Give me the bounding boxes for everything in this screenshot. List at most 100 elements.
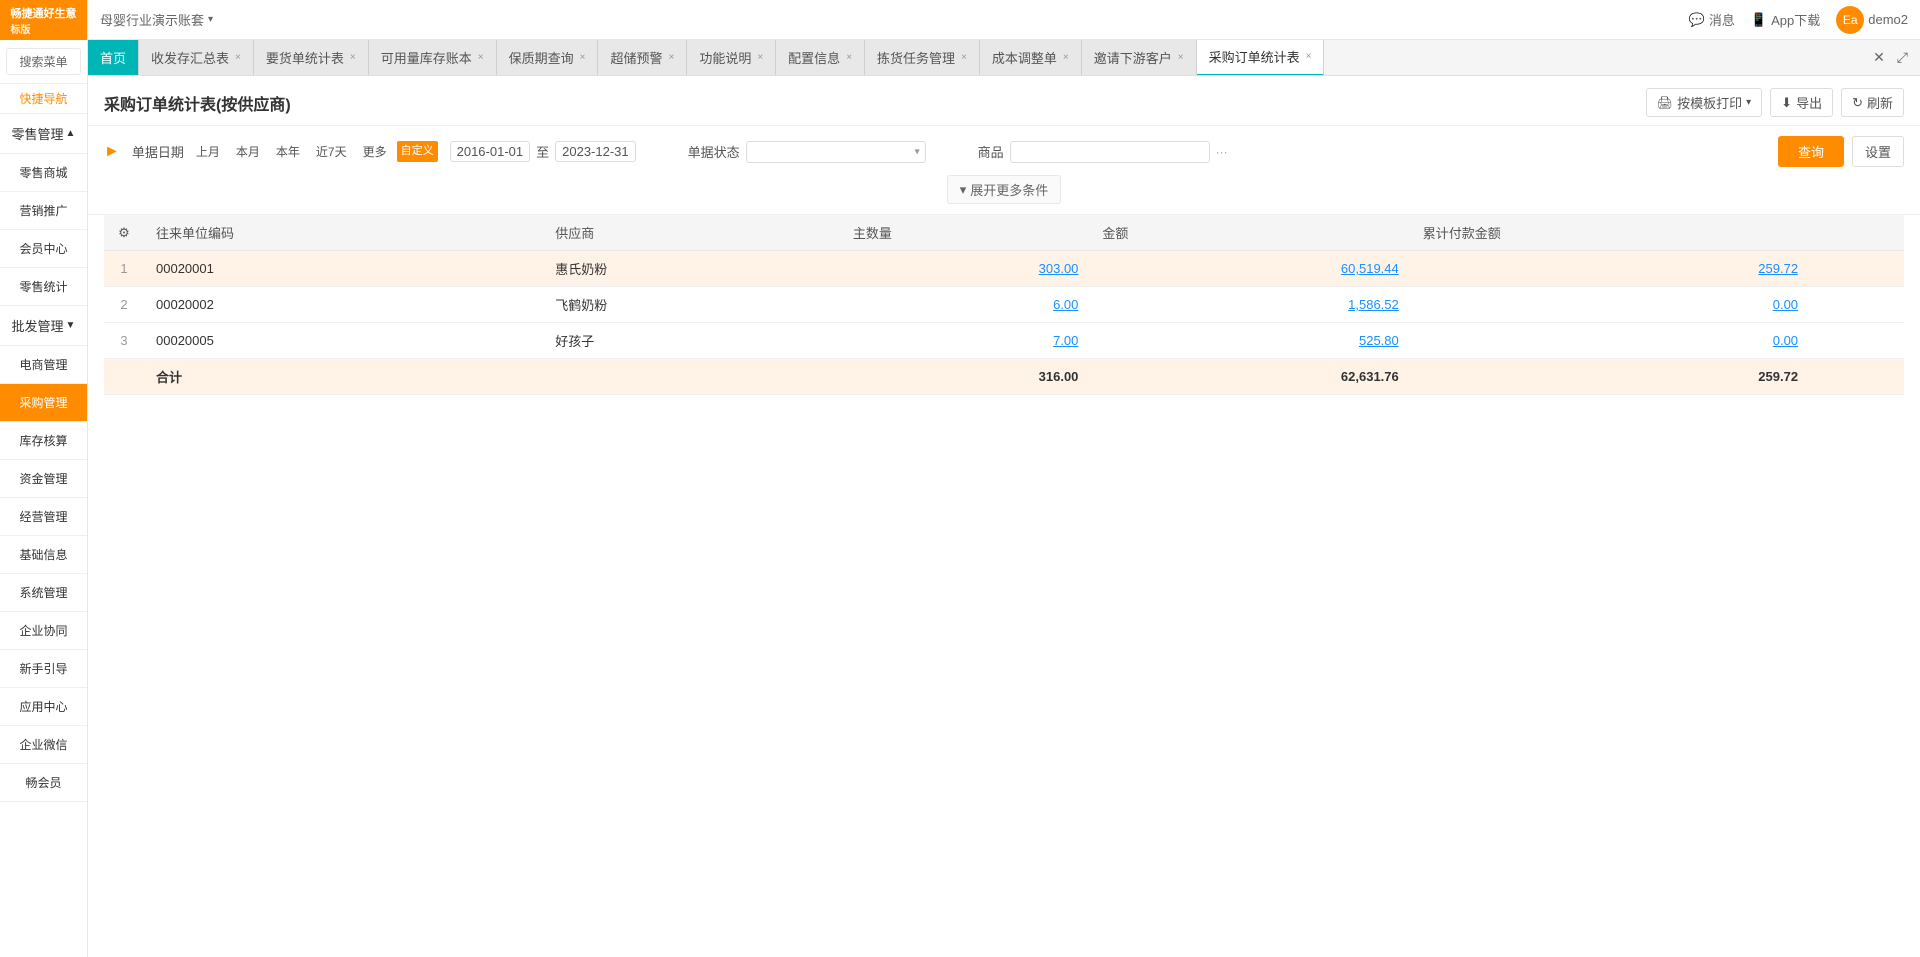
tab-available-stock-close[interactable]: × <box>478 52 484 63</box>
logo-sub: 标版 <box>11 21 77 36</box>
sidebar-item-system[interactable]: 系统管理 <box>0 574 87 612</box>
th-empty <box>1810 215 1904 251</box>
row-1-paid[interactable]: 259.72 <box>1411 251 1810 287</box>
export-icon: ⬇ <box>1781 95 1792 111</box>
shortcut-this-year[interactable]: 本年 <box>270 141 306 162</box>
row-3-amount[interactable]: 525.80 <box>1090 323 1410 359</box>
sidebar-item-basic[interactable]: 基础信息 <box>0 536 87 574</box>
tab-warranty[interactable]: 保质期查询 × <box>497 40 599 76</box>
row-1-quantity[interactable]: 303.00 <box>841 251 1091 287</box>
top-header: 母婴行业演示账套 ▾ 💬 消息 📱 App下载 Ea demo2 <box>88 0 1920 40</box>
date-range-from[interactable]: 2016-01-01 <box>450 141 531 162</box>
sidebar-item-ops[interactable]: 经营管理 <box>0 498 87 536</box>
tab-config-info[interactable]: 配置信息 × <box>776 40 865 76</box>
top-header-right: 💬 消息 📱 App下载 Ea demo2 <box>1689 6 1908 34</box>
shortcut-this-month[interactable]: 本月 <box>230 141 266 162</box>
sidebar-item-retail-stat[interactable]: 零售统计 <box>0 268 87 306</box>
expand-icon: ▾ <box>960 182 967 198</box>
sidebar-item-wechat-biz[interactable]: 企业微信 <box>0 726 87 764</box>
sidebar-item-finance[interactable]: 资金管理 <box>0 460 87 498</box>
export-button[interactable]: ⬇ 导出 <box>1770 88 1833 117</box>
tab-overstock[interactable]: 超储预警 × <box>598 40 687 76</box>
expand-more-button[interactable]: ▾ 展开更多条件 <box>947 175 1062 204</box>
date-range-to[interactable]: 2023-12-31 <box>555 141 636 162</box>
sidebar-item-app-center[interactable]: 应用中心 <box>0 688 87 726</box>
tab-picking-task-label: 拣货任务管理 <box>877 48 955 67</box>
tab-receive-send-close[interactable]: × <box>235 52 241 63</box>
query-button[interactable]: 查询 <box>1778 136 1844 167</box>
tab-home[interactable]: 首页 <box>88 40 139 76</box>
maximize-tab-button[interactable]: ⤢ <box>1893 47 1912 68</box>
sidebar-item-retail[interactable]: 零售管理 ▲ <box>0 114 87 154</box>
tab-picking-task[interactable]: 拣货任务管理 × <box>865 40 980 76</box>
workspace-selector[interactable]: 母婴行业演示账套 ▾ <box>100 10 213 29</box>
table-footer-row: 合计 316.00 62,631.76 259.72 <box>104 359 1904 395</box>
th-code: 往来单位编码 <box>144 215 543 251</box>
tab-requisition[interactable]: 要货单统计表 × <box>254 40 369 76</box>
tab-function-desc-close[interactable]: × <box>757 52 763 63</box>
tab-function-desc[interactable]: 功能说明 × <box>687 40 776 76</box>
table-row[interactable]: 2 00020002 飞鹤奶粉 6.00 1,586.52 0.00 <box>104 287 1904 323</box>
settings-cog-icon[interactable]: ⚙ <box>118 225 130 240</box>
tab-purchase-stat-close[interactable]: × <box>1306 51 1312 62</box>
row-2-quantity[interactable]: 6.00 <box>841 287 1091 323</box>
row-1-amount[interactable]: 60,519.44 <box>1090 251 1410 287</box>
shortcut-more[interactable]: 更多 <box>357 141 393 162</box>
status-label: 单据状态 <box>688 142 740 161</box>
tab-requisition-close[interactable]: × <box>350 52 356 63</box>
table-row[interactable]: 1 00020001 惠氏奶粉 303.00 60,519.44 259.72 <box>104 251 1904 287</box>
sidebar-item-retail-shop[interactable]: 零售商城 <box>0 154 87 192</box>
template-print-button[interactable]: 🖨 按模板打印 ▾ <box>1646 88 1763 117</box>
workspace-label: 母婴行业演示账套 <box>100 10 204 29</box>
user-avatar-area[interactable]: Ea demo2 <box>1836 6 1908 34</box>
date-filter: 单据日期 上月 本月 本年 近7天 更多 自定义 <box>132 141 438 162</box>
row-2-amount[interactable]: 1,586.52 <box>1090 287 1410 323</box>
quick-nav-button[interactable]: 快捷导航 <box>0 84 87 114</box>
goods-input[interactable] <box>1010 141 1210 163</box>
shortcut-7days[interactable]: 近7天 <box>310 141 353 162</box>
goods-more-icon[interactable]: ··· <box>1216 145 1228 159</box>
tab-receive-send[interactable]: 收发存汇总表 × <box>139 40 254 76</box>
row-3-extra <box>1810 323 1904 359</box>
sidebar-item-newbie[interactable]: 新手引导 <box>0 650 87 688</box>
sidebar-item-member[interactable]: 会员中心 <box>0 230 87 268</box>
date-label: 单据日期 <box>132 142 184 161</box>
footer-amount: 62,631.76 <box>1090 359 1410 395</box>
footer-empty-1 <box>104 359 144 395</box>
row-1-extra <box>1810 251 1904 287</box>
tab-warranty-close[interactable]: × <box>580 52 586 63</box>
refresh-button[interactable]: ↻ 刷新 <box>1841 88 1904 117</box>
tab-cost-adjust[interactable]: 成本调整单 × <box>980 40 1082 76</box>
close-tab-button[interactable]: ✕ <box>1869 47 1889 68</box>
filter-area: ► 单据日期 上月 本月 本年 近7天 更多 自定义 2016-01-01 <box>88 126 1920 215</box>
row-2-paid[interactable]: 0.00 <box>1411 287 1810 323</box>
status-select[interactable] <box>746 141 926 163</box>
tab-config-info-close[interactable]: × <box>846 52 852 63</box>
sidebar-item-membership[interactable]: 畅会员 <box>0 764 87 802</box>
row-3-paid[interactable]: 0.00 <box>1411 323 1810 359</box>
sidebar-item-marketing[interactable]: 营销推广 <box>0 192 87 230</box>
table-row[interactable]: 3 00020005 好孩子 7.00 525.80 0.00 <box>104 323 1904 359</box>
shortcut-last-month[interactable]: 上月 <box>190 141 226 162</box>
th-amount: 金额 <box>1090 215 1410 251</box>
search-menu-button[interactable]: 搜索菜单 <box>6 48 81 75</box>
row-3-quantity[interactable]: 7.00 <box>841 323 1091 359</box>
tab-purchase-stat[interactable]: 采购订单统计表 × <box>1197 40 1325 76</box>
message-button[interactable]: 💬 消息 <box>1689 10 1735 29</box>
tab-invite-customer[interactable]: 邀请下游客户 × <box>1082 40 1197 76</box>
app-download-button[interactable]: 📱 App下载 <box>1751 10 1820 29</box>
tab-overstock-close[interactable]: × <box>668 52 674 63</box>
sidebar-item-purchase[interactable]: 采购管理 <box>0 384 87 422</box>
tab-invite-customer-close[interactable]: × <box>1178 52 1184 63</box>
sidebar-item-wholesale[interactable]: 批发管理 ▼ <box>0 306 87 346</box>
settings-button[interactable]: 设置 <box>1852 136 1904 167</box>
row-2-extra <box>1810 287 1904 323</box>
sidebar-item-ecommerce[interactable]: 电商管理 <box>0 346 87 384</box>
main-area: 母婴行业演示账套 ▾ 💬 消息 📱 App下载 Ea demo2 首页 收发存汇… <box>88 0 1920 957</box>
sidebar-item-inventory[interactable]: 库存核算 <box>0 422 87 460</box>
sidebar-item-collab[interactable]: 企业协同 <box>0 612 87 650</box>
tab-picking-task-close[interactable]: × <box>961 52 967 63</box>
filter-expand-arrow[interactable]: ► <box>104 143 120 161</box>
tab-cost-adjust-close[interactable]: × <box>1063 52 1069 63</box>
tab-available-stock[interactable]: 可用量库存账本 × <box>369 40 497 76</box>
